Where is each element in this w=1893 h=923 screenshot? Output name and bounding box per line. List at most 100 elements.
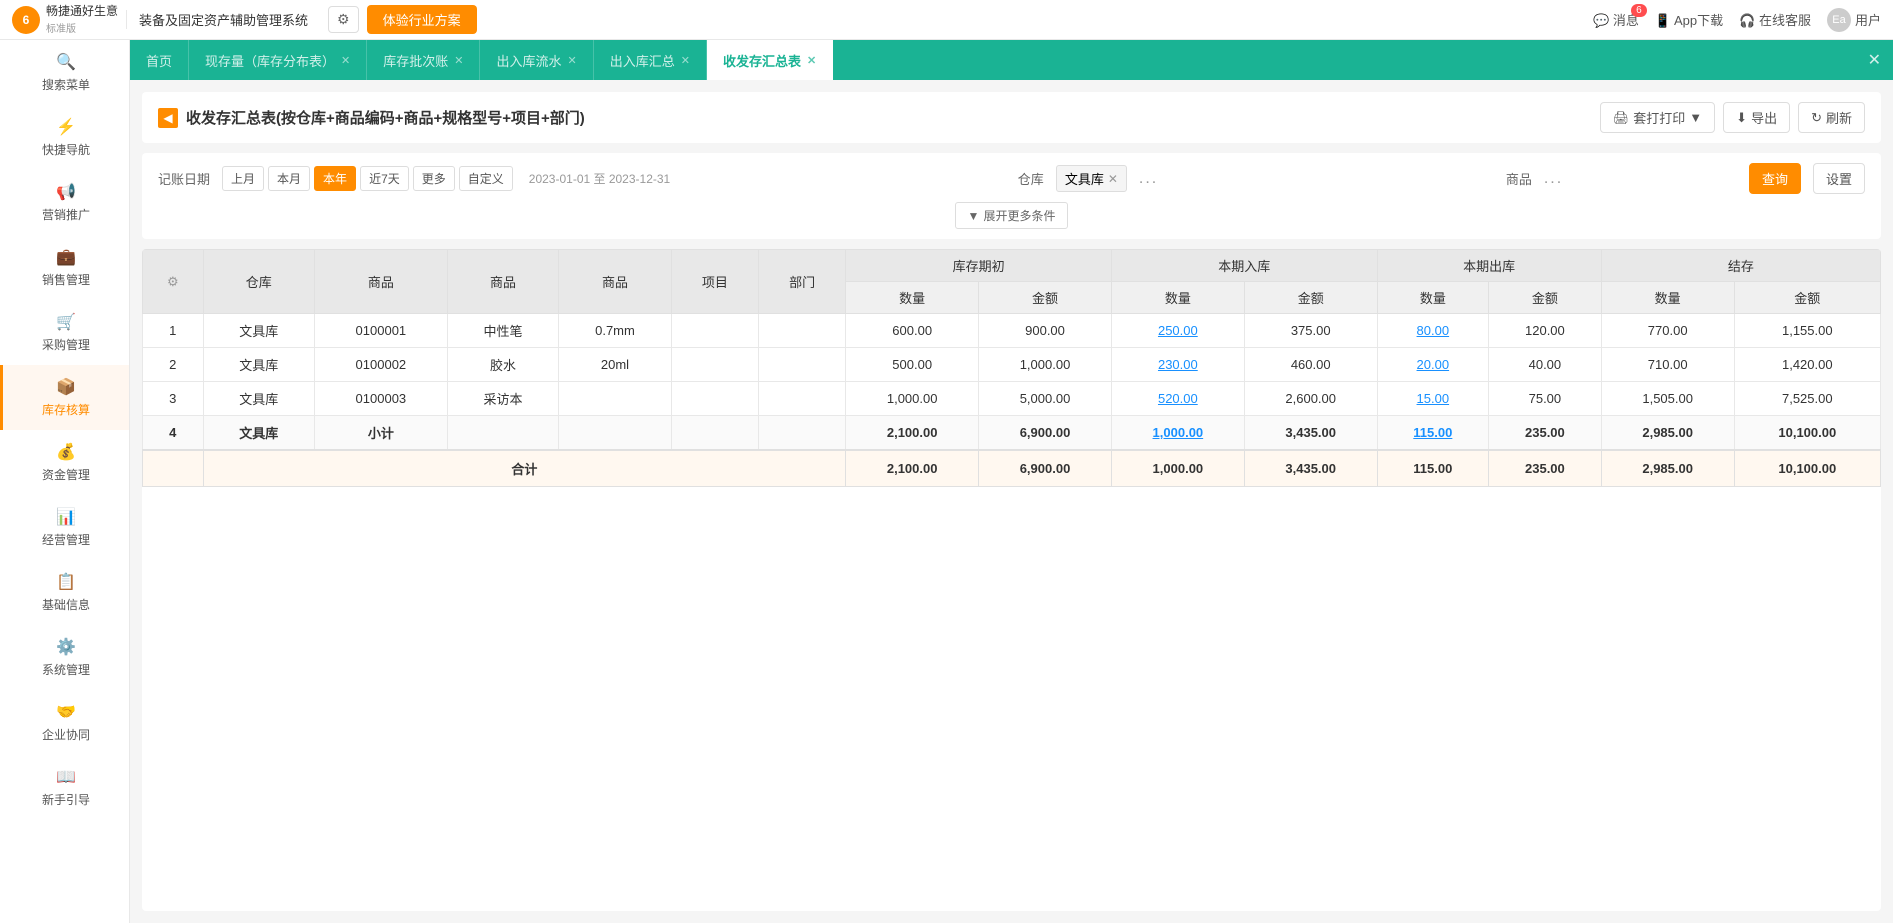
tab-close-icon[interactable]: ✕	[807, 54, 816, 67]
row-project	[671, 314, 758, 348]
tab-stock-distribution[interactable]: 现存量（库存分布表） ✕	[189, 40, 367, 80]
date-filter-label: 记账日期	[158, 169, 210, 188]
sidebar-item-guide[interactable]: 📖 新手引导	[0, 755, 129, 820]
tab-summary[interactable]: 出入库汇总 ✕	[594, 40, 707, 80]
subtotal-col	[559, 416, 672, 451]
tab-close-icon[interactable]: ✕	[681, 54, 690, 67]
row-dept	[759, 382, 846, 416]
tab-receipt-summary[interactable]: 收发存汇总表 ✕	[707, 40, 833, 80]
row-init-qty: 1,000.00	[846, 382, 979, 416]
sidebar-item-label: 基础信息	[42, 596, 90, 613]
export-button[interactable]: ⬇ 导出	[1723, 102, 1790, 133]
row-in-qty[interactable]: 520.00	[1111, 382, 1244, 416]
printer-icon: 🖨	[1613, 110, 1630, 126]
sidebar-item-basic-info[interactable]: 📋 基础信息	[0, 560, 129, 625]
warehouse-tag-value: 文具库	[1065, 169, 1104, 188]
subtotal-row: 4 文具库 小计 2,100.00 6,900.00 1,000.00 3,43…	[143, 416, 1881, 451]
logo-area: 6 畅捷通好生意 标准版	[12, 4, 118, 35]
row-out-qty[interactable]: 20.00	[1377, 348, 1488, 382]
row-no: 1	[143, 314, 204, 348]
settings-button[interactable]: 设置	[1813, 163, 1865, 194]
footer-total-row: 合计 2,100.00 6,900.00 1,000.00 3,435.00 1…	[143, 450, 1881, 487]
flash-icon: ⚡	[56, 117, 76, 137]
app-download[interactable]: 📱 App下载	[1655, 10, 1723, 29]
tab-close-icon[interactable]: ✕	[341, 54, 350, 67]
row-warehouse: 文具库	[203, 314, 314, 348]
col-group-balance: 结存	[1601, 250, 1880, 282]
sidebar-item-system[interactable]: ⚙️ 系统管理	[0, 625, 129, 690]
footer-out-qty: 115.00	[1377, 450, 1488, 487]
date-btn-more[interactable]: 更多	[413, 166, 455, 191]
user-label: 用户	[1855, 10, 1881, 29]
table-container: ⚙ 仓库 商品 商品 商品 项目 部门 库存期初 本期入库 本期出库 结存	[142, 249, 1881, 911]
row-bal-amt: 1,420.00	[1734, 348, 1880, 382]
warehouse-more-button[interactable]: ...	[1139, 170, 1158, 188]
row-in-qty[interactable]: 250.00	[1111, 314, 1244, 348]
row-no: 2	[143, 348, 204, 382]
trial-button[interactable]: 体验行业方案	[367, 5, 477, 34]
row-bal-amt: 7,525.00	[1734, 382, 1880, 416]
sidebar-item-quicknav[interactable]: ⚡ 快捷导航	[0, 105, 129, 170]
sidebar-item-label: 采购管理	[42, 336, 90, 353]
subtotal-label: 小计	[314, 416, 447, 451]
tab-batch[interactable]: 库存批次账 ✕	[367, 40, 480, 80]
cart-icon: 🛒	[56, 312, 76, 332]
date-btn-7days[interactable]: 近7天	[360, 166, 409, 191]
tab-flow[interactable]: 出入库流水 ✕	[480, 40, 593, 80]
row-init-qty: 500.00	[846, 348, 979, 382]
row-in-qty[interactable]: 230.00	[1111, 348, 1244, 382]
sidebar-item-inventory[interactable]: 📦 库存核算	[0, 365, 129, 430]
row-bal-qty: 710.00	[1601, 348, 1734, 382]
online-service[interactable]: 🎧 在线客服	[1739, 10, 1811, 29]
warehouse-tag: 文具库 ✕	[1056, 165, 1127, 192]
table-row: 3 文具库 0100003 采访本 1,000.00 5,000.00 520.…	[143, 382, 1881, 416]
col-settings[interactable]: ⚙	[143, 250, 204, 314]
page-title: 收发存汇总表(按仓库+商品编码+商品+规格型号+项目+部门)	[186, 107, 585, 128]
subtotal-in-qty[interactable]: 1,000.00	[1111, 416, 1244, 451]
expand-conditions-button[interactable]: ▼ 展开更多条件	[955, 202, 1069, 229]
sidebar-item-marketing[interactable]: 📢 营销推广	[0, 170, 129, 235]
row-out-amt: 75.00	[1489, 382, 1602, 416]
row-spec: 20ml	[559, 348, 672, 382]
date-btn-this-month[interactable]: 本月	[268, 166, 310, 191]
sidebar-item-operations[interactable]: 📊 经营管理	[0, 495, 129, 560]
product-filter-label: 商品	[1506, 169, 1532, 188]
close-all-tabs-button[interactable]: ✕	[1856, 50, 1893, 70]
sidebar-item-search[interactable]: 🔍 搜索菜单	[0, 40, 129, 105]
print-button[interactable]: 🖨 套打打印 ▼	[1600, 102, 1715, 133]
date-btn-this-year[interactable]: 本年	[314, 166, 356, 191]
user-area[interactable]: Ea 用户	[1827, 8, 1881, 32]
sidebar-item-purchase[interactable]: 🛒 采购管理	[0, 300, 129, 365]
row-no: 3	[143, 382, 204, 416]
sidebar-item-finance[interactable]: 💰 资金管理	[0, 430, 129, 495]
footer-in-amt: 3,435.00	[1244, 450, 1377, 487]
gear-button[interactable]: ⚙	[328, 6, 359, 33]
collapse-button[interactable]: ◀	[158, 108, 178, 128]
subtotal-out-qty[interactable]: 115.00	[1377, 416, 1488, 451]
product-more-button[interactable]: ...	[1544, 170, 1563, 188]
tab-label: 出入库汇总	[610, 51, 675, 70]
query-button[interactable]: 查询	[1749, 163, 1801, 194]
sidebar-item-sales[interactable]: 💼 销售管理	[0, 235, 129, 300]
col-group-in: 本期入库	[1111, 250, 1377, 282]
row-out-qty[interactable]: 80.00	[1377, 314, 1488, 348]
notification-area[interactable]: 💬 消息 6	[1593, 10, 1639, 29]
sidebar-item-label: 企业协同	[42, 726, 90, 743]
col-bal-qty: 数量	[1601, 282, 1734, 314]
date-btn-custom[interactable]: 自定义	[459, 166, 513, 191]
sidebar-item-enterprise[interactable]: 🤝 企业协同	[0, 690, 129, 755]
subtotal-bal-amt: 10,100.00	[1734, 416, 1880, 451]
col-spec: 商品	[559, 250, 672, 314]
warehouse-tag-close[interactable]: ✕	[1108, 172, 1118, 186]
date-btn-last-month[interactable]: 上月	[222, 166, 264, 191]
clipboard-icon: 📋	[56, 572, 76, 592]
row-init-qty: 600.00	[846, 314, 979, 348]
tab-close-icon[interactable]: ✕	[454, 54, 463, 67]
tab-label: 首页	[146, 51, 172, 70]
row-product: 中性笔	[447, 314, 558, 348]
row-out-qty[interactable]: 15.00	[1377, 382, 1488, 416]
refresh-button[interactable]: ↻ 刷新	[1798, 102, 1865, 133]
tab-close-icon[interactable]: ✕	[568, 54, 577, 67]
sidebar-item-label: 经营管理	[42, 531, 90, 548]
tab-home[interactable]: 首页	[130, 40, 189, 80]
